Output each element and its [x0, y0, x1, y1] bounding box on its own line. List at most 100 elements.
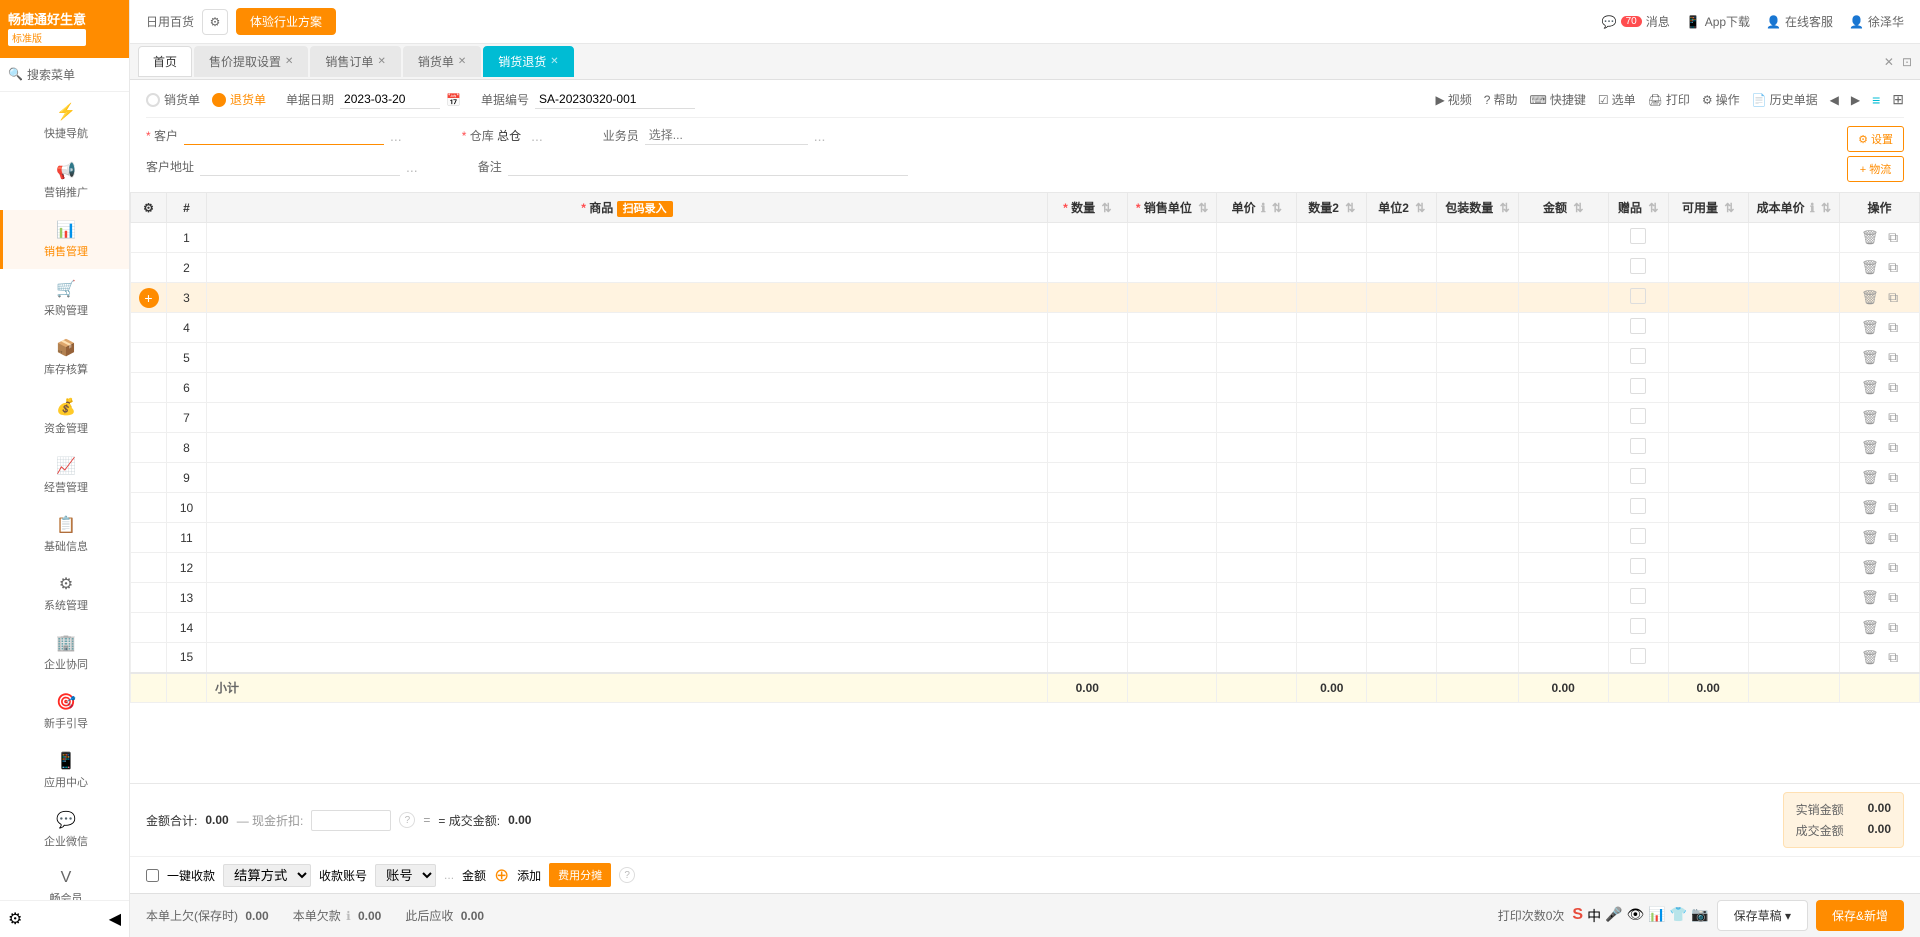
row-amount-12[interactable]: [1518, 553, 1608, 583]
discount-input[interactable]: [311, 810, 391, 831]
row-unit-3[interactable]: [1127, 283, 1216, 313]
product-input-6[interactable]: [213, 381, 1041, 395]
sidebar-item-inventory[interactable]: 📦 库存核算: [0, 328, 129, 387]
copy-btn-3[interactable]: ⧉: [1885, 289, 1901, 306]
col-header-unit[interactable]: * 销售单位 ⇅: [1127, 193, 1216, 223]
row-product-8[interactable]: [207, 433, 1048, 463]
row-gear-10[interactable]: [131, 493, 167, 523]
toolbar-shortcuts[interactable]: ⌨ 快捷键: [1530, 91, 1586, 108]
row-unit-8[interactable]: [1127, 433, 1216, 463]
col-header-cost[interactable]: 成本单价 ℹ ⇅: [1748, 193, 1839, 223]
delete-btn-10[interactable]: 🗑: [1858, 499, 1882, 516]
row-unit2-1[interactable]: [1367, 223, 1437, 253]
product-input-12[interactable]: [213, 561, 1041, 575]
col-header-available[interactable]: 可用量 ⇅: [1668, 193, 1748, 223]
delete-btn-3[interactable]: 🗑: [1858, 289, 1882, 306]
sidebar-item-apps[interactable]: 📱 应用中心: [0, 741, 129, 800]
product-input-9[interactable]: [213, 471, 1041, 485]
row-unit2-15[interactable]: [1367, 643, 1437, 673]
row-unit2-8[interactable]: [1367, 433, 1437, 463]
row-amount-1[interactable]: [1518, 223, 1608, 253]
row-qty2-4[interactable]: [1297, 313, 1367, 343]
row-qty2-11[interactable]: [1297, 523, 1367, 553]
product-input-3[interactable]: [213, 291, 1041, 305]
row-unit-15[interactable]: [1127, 643, 1216, 673]
row-unit2-10[interactable]: [1367, 493, 1437, 523]
tab-sale-order-close[interactable]: ✕: [377, 56, 385, 67]
delete-btn-6[interactable]: 🗑: [1858, 379, 1882, 396]
row-pkg-15[interactable]: [1437, 643, 1518, 673]
row-product-6[interactable]: [207, 373, 1048, 403]
copy-btn-11[interactable]: ⧉: [1885, 529, 1901, 546]
row-available-3[interactable]: [1668, 283, 1748, 313]
tab-sale-return[interactable]: 销货退货 ✕: [483, 46, 573, 77]
account-select[interactable]: 账号: [375, 864, 436, 887]
row-unit-14[interactable]: [1127, 613, 1216, 643]
row-cost-10[interactable]: [1748, 493, 1839, 523]
product-input-7[interactable]: [213, 411, 1041, 425]
row-cost-6[interactable]: [1748, 373, 1839, 403]
row-amount-2[interactable]: [1518, 253, 1608, 283]
row-unit-4[interactable]: [1127, 313, 1216, 343]
row-available-2[interactable]: [1668, 253, 1748, 283]
row-gift-3[interactable]: [1608, 283, 1668, 313]
row-unit-1[interactable]: [1127, 223, 1216, 253]
row-unit2-2[interactable]: [1367, 253, 1437, 283]
nav-prev[interactable]: ◀: [1830, 93, 1839, 107]
row-amount-15[interactable]: [1518, 643, 1608, 673]
gift-checkbox-4[interactable]: [1630, 318, 1646, 334]
copy-btn-13[interactable]: ⧉: [1885, 589, 1901, 606]
row-gear-3[interactable]: +: [131, 283, 167, 313]
row-available-6[interactable]: [1668, 373, 1748, 403]
row-qty2-5[interactable]: [1297, 343, 1367, 373]
product-input-4[interactable]: [213, 321, 1041, 335]
row-gear-14[interactable]: [131, 613, 167, 643]
row-product-12[interactable]: [207, 553, 1048, 583]
row-unit-5[interactable]: [1127, 343, 1216, 373]
app-download-item[interactable]: 📱 App下载: [1686, 13, 1750, 30]
row-gift-14[interactable]: [1608, 613, 1668, 643]
row-gift-6[interactable]: [1608, 373, 1668, 403]
gift-checkbox-2[interactable]: [1630, 258, 1646, 274]
row-unit2-11[interactable]: [1367, 523, 1437, 553]
row-unit2-3[interactable]: [1367, 283, 1437, 313]
gift-checkbox-3[interactable]: [1630, 288, 1646, 304]
row-amount-3[interactable]: [1518, 283, 1608, 313]
help-icon-calc[interactable]: ?: [399, 812, 415, 828]
sidebar-item-marketing[interactable]: 📢 营销推广: [0, 151, 129, 210]
row-gear-11[interactable]: [131, 523, 167, 553]
row-pkg-4[interactable]: [1437, 313, 1518, 343]
row-amount-9[interactable]: [1518, 463, 1608, 493]
row-qty2-3[interactable]: [1297, 283, 1367, 313]
row-qty2-15[interactable]: [1297, 643, 1367, 673]
row-unit2-7[interactable]: [1367, 403, 1437, 433]
row-cost-4[interactable]: [1748, 313, 1839, 343]
row-available-10[interactable]: [1668, 493, 1748, 523]
remark-input[interactable]: [508, 157, 908, 176]
row-qty2-10[interactable]: [1297, 493, 1367, 523]
row-product-2[interactable]: [207, 253, 1048, 283]
row-gear-9[interactable]: [131, 463, 167, 493]
copy-btn-1[interactable]: ⧉: [1885, 229, 1901, 246]
delete-btn-5[interactable]: 🗑: [1858, 349, 1882, 366]
toolbar-history[interactable]: 📄 历史单据: [1752, 91, 1818, 108]
copy-btn-10[interactable]: ⧉: [1885, 499, 1901, 516]
row-gift-5[interactable]: [1608, 343, 1668, 373]
row-amount-7[interactable]: [1518, 403, 1608, 433]
gift-checkbox-11[interactable]: [1630, 528, 1646, 544]
gift-checkbox-15[interactable]: [1630, 648, 1646, 664]
row-available-15[interactable]: [1668, 643, 1748, 673]
row-available-8[interactable]: [1668, 433, 1748, 463]
row-qty-4[interactable]: [1047, 313, 1127, 343]
row-cost-9[interactable]: [1748, 463, 1839, 493]
toolbar-help[interactable]: ? 帮助: [1484, 91, 1518, 108]
row-pkg-5[interactable]: [1437, 343, 1518, 373]
product-input-15[interactable]: [213, 650, 1041, 664]
row-qty-11[interactable]: [1047, 523, 1127, 553]
row-qty-14[interactable]: [1047, 613, 1127, 643]
row-qty2-2[interactable]: [1297, 253, 1367, 283]
row-cost-11[interactable]: [1748, 523, 1839, 553]
delete-btn-7[interactable]: 🗑: [1858, 409, 1882, 426]
row-price-6[interactable]: [1217, 373, 1297, 403]
row-price-7[interactable]: [1217, 403, 1297, 433]
